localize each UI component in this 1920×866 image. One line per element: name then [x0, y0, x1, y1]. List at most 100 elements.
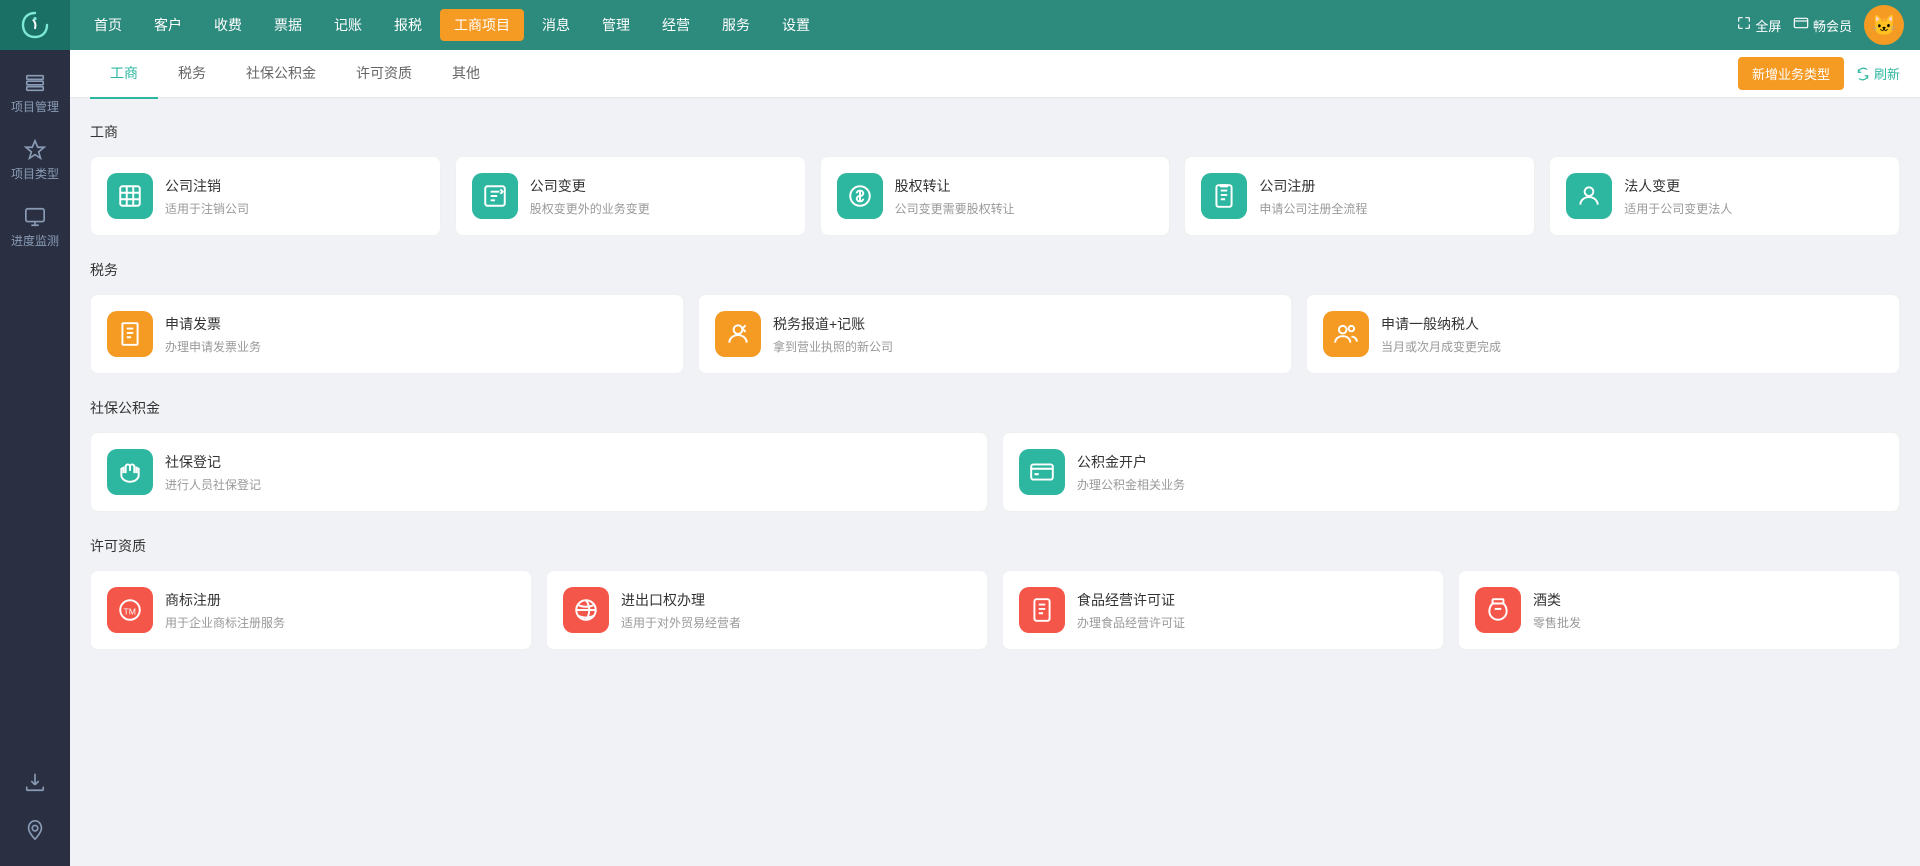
- sidebar-item-project-management[interactable]: 项目管理: [0, 60, 70, 127]
- main-content: 工商税务社保公积金许可资质其他 新增业务类型 刷新 工商公司注销适用于注销公司公…: [70, 50, 1920, 866]
- card-icon-酒类: [1475, 587, 1521, 633]
- card-desc: 用于企业商标注册服务: [165, 614, 515, 631]
- section-社保公积金: 社保公积金社保登记进行人员社保登记 公积金开户办理公积金相关业务: [90, 398, 1900, 512]
- card-desc: 适用于注销公司: [165, 200, 424, 217]
- card-desc: 零售批发: [1533, 614, 1883, 631]
- nav-items: 首页客户收费票据记账报税工商项目消息管理经营服务设置: [70, 9, 1736, 41]
- service-card-食品经营许可证[interactable]: 食品经营许可证办理食品经营许可证: [1002, 570, 1444, 650]
- sidebar-label-project-types: 项目类型: [11, 165, 59, 182]
- add-type-button[interactable]: 新增业务类型: [1738, 57, 1844, 90]
- nav-item-管理[interactable]: 管理: [588, 9, 644, 41]
- member-button[interactable]: 畅会员: [1793, 15, 1852, 35]
- card-title: 税务报道+记账: [773, 314, 1275, 334]
- nav-item-客户[interactable]: 客户: [140, 9, 196, 41]
- card-icon-公司注册: [1201, 173, 1247, 219]
- section-title-工商: 工商: [90, 122, 1900, 142]
- fullscreen-button[interactable]: 全屏: [1736, 15, 1782, 35]
- content-area: 工商公司注销适用于注销公司公司变更股权变更外的业务变更股权转让公司变更需要股权转…: [70, 98, 1920, 866]
- sidebar-item-progress-monitor[interactable]: 进度监测: [0, 194, 70, 261]
- card-title: 公司注销: [165, 176, 424, 196]
- card-desc: 当月或次月成变更完成: [1381, 338, 1883, 355]
- cards-grid-工商: 公司注销适用于注销公司公司变更股权变更外的业务变更股权转让公司变更需要股权转让公…: [90, 156, 1900, 236]
- tab-税务[interactable]: 税务: [158, 50, 226, 99]
- service-card-税务报道+记账[interactable]: 税务报道+记账拿到营业执照的新公司: [698, 294, 1292, 374]
- card-text-公积金开户: 公积金开户办理公积金相关业务: [1077, 452, 1883, 493]
- service-card-社保登记[interactable]: 社保登记进行人员社保登记: [90, 432, 988, 512]
- card-icon-申请发票: [107, 311, 153, 357]
- card-desc: 拿到营业执照的新公司: [773, 338, 1275, 355]
- service-card-股权转让[interactable]: 股权转让公司变更需要股权转让: [820, 156, 1171, 236]
- section-税务: 税务申请发票办理申请发票业务税务报道+记账拿到营业执照的新公司申请一般纳税人当月…: [90, 260, 1900, 374]
- card-icon-股权转让: [837, 173, 883, 219]
- nav-item-经营[interactable]: 经营: [648, 9, 704, 41]
- nav-item-票据[interactable]: 票据: [260, 9, 316, 41]
- tab-list: 工商税务社保公积金许可资质其他: [90, 50, 500, 99]
- card-icon-法人变更: [1566, 173, 1612, 219]
- card-desc: 股权变更外的业务变更: [530, 200, 789, 217]
- sidebar-location-icon[interactable]: [15, 810, 55, 850]
- card-desc: 适用于对外贸易经营者: [621, 614, 971, 631]
- sidebar-bottom: [15, 762, 55, 866]
- nav-item-服务[interactable]: 服务: [708, 9, 764, 41]
- card-icon-税务报道+记账: [715, 311, 761, 357]
- svg-text:TM: TM: [124, 606, 137, 616]
- tab-其他[interactable]: 其他: [432, 50, 500, 99]
- card-title: 社保登记: [165, 452, 971, 472]
- nav-item-报税[interactable]: 报税: [380, 9, 436, 41]
- service-card-法人变更[interactable]: 法人变更适用于公司变更法人: [1549, 156, 1900, 236]
- cards-grid-社保公积金: 社保登记进行人员社保登记 公积金开户办理公积金相关业务: [90, 432, 1900, 512]
- card-desc: 办理申请发票业务: [165, 338, 667, 355]
- sidebar: 项目管理 项目类型 进度监测: [0, 50, 70, 866]
- section-title-社保公积金: 社保公积金: [90, 398, 1900, 418]
- cards-grid-税务: 申请发票办理申请发票业务税务报道+记账拿到营业执照的新公司申请一般纳税人当月或次…: [90, 294, 1900, 374]
- card-icon-商标注册: TM: [107, 587, 153, 633]
- nav-item-收费[interactable]: 收费: [200, 9, 256, 41]
- card-title: 公司变更: [530, 176, 789, 196]
- tab-工商[interactable]: 工商: [90, 50, 158, 99]
- service-card-公司变更[interactable]: 公司变更股权变更外的业务变更: [455, 156, 806, 236]
- card-title: 公司注册: [1259, 176, 1518, 196]
- service-card-公积金开户[interactable]: 公积金开户办理公积金相关业务: [1002, 432, 1900, 512]
- refresh-button[interactable]: 刷新: [1856, 64, 1900, 83]
- card-title: 商标注册: [165, 590, 515, 610]
- refresh-label: 刷新: [1874, 64, 1900, 83]
- section-title-税务: 税务: [90, 260, 1900, 280]
- nav-item-消息[interactable]: 消息: [528, 9, 584, 41]
- card-title: 股权转让: [895, 176, 1154, 196]
- card-text-申请一般纳税人: 申请一般纳税人当月或次月成变更完成: [1381, 314, 1883, 355]
- nav-item-设置[interactable]: 设置: [768, 9, 824, 41]
- card-text-商标注册: 商标注册用于企业商标注册服务: [165, 590, 515, 631]
- card-title: 法人变更: [1624, 176, 1883, 196]
- service-card-申请一般纳税人[interactable]: 申请一般纳税人当月或次月成变更完成: [1306, 294, 1900, 374]
- card-text-酒类: 酒类零售批发: [1533, 590, 1883, 631]
- card-title: 进出口权办理: [621, 590, 971, 610]
- service-card-商标注册[interactable]: TM 商标注册用于企业商标注册服务: [90, 570, 532, 650]
- card-icon-公司变更: [472, 173, 518, 219]
- nav-item-工商项目[interactable]: 工商项目: [440, 9, 524, 41]
- card-icon-公积金开户: [1019, 449, 1065, 495]
- card-text-食品经营许可证: 食品经营许可证办理食品经营许可证: [1077, 590, 1427, 631]
- section-title-许可资质: 许可资质: [90, 536, 1900, 556]
- tab-社保公积金[interactable]: 社保公积金: [226, 50, 336, 99]
- sidebar-download-icon[interactable]: [15, 762, 55, 802]
- sidebar-label-project-management: 项目管理: [11, 98, 59, 115]
- service-card-公司注销[interactable]: 公司注销适用于注销公司: [90, 156, 441, 236]
- logo[interactable]: [0, 0, 70, 50]
- service-card-申请发票[interactable]: 申请发票办理申请发票业务: [90, 294, 684, 374]
- nav-item-首页[interactable]: 首页: [80, 9, 136, 41]
- card-desc: 公司变更需要股权转让: [895, 200, 1154, 217]
- card-title: 公积金开户: [1077, 452, 1883, 472]
- card-icon-社保登记: [107, 449, 153, 495]
- card-text-社保登记: 社保登记进行人员社保登记: [165, 452, 971, 493]
- card-desc: 适用于公司变更法人: [1624, 200, 1883, 217]
- service-card-进出口权办理[interactable]: 进出口权办理适用于对外贸易经营者: [546, 570, 988, 650]
- nav-item-记账[interactable]: 记账: [320, 9, 376, 41]
- service-card-公司注册[interactable]: 公司注册申请公司注册全流程: [1184, 156, 1535, 236]
- card-title: 申请一般纳税人: [1381, 314, 1883, 334]
- tab-许可资质[interactable]: 许可资质: [336, 50, 432, 99]
- sidebar-item-project-types[interactable]: 项目类型: [0, 127, 70, 194]
- mascot-avatar: 🐱: [1864, 5, 1904, 45]
- service-card-酒类[interactable]: 酒类零售批发: [1458, 570, 1900, 650]
- card-text-公司注册: 公司注册申请公司注册全流程: [1259, 176, 1518, 217]
- tab-bar: 工商税务社保公积金许可资质其他 新增业务类型 刷新: [70, 50, 1920, 98]
